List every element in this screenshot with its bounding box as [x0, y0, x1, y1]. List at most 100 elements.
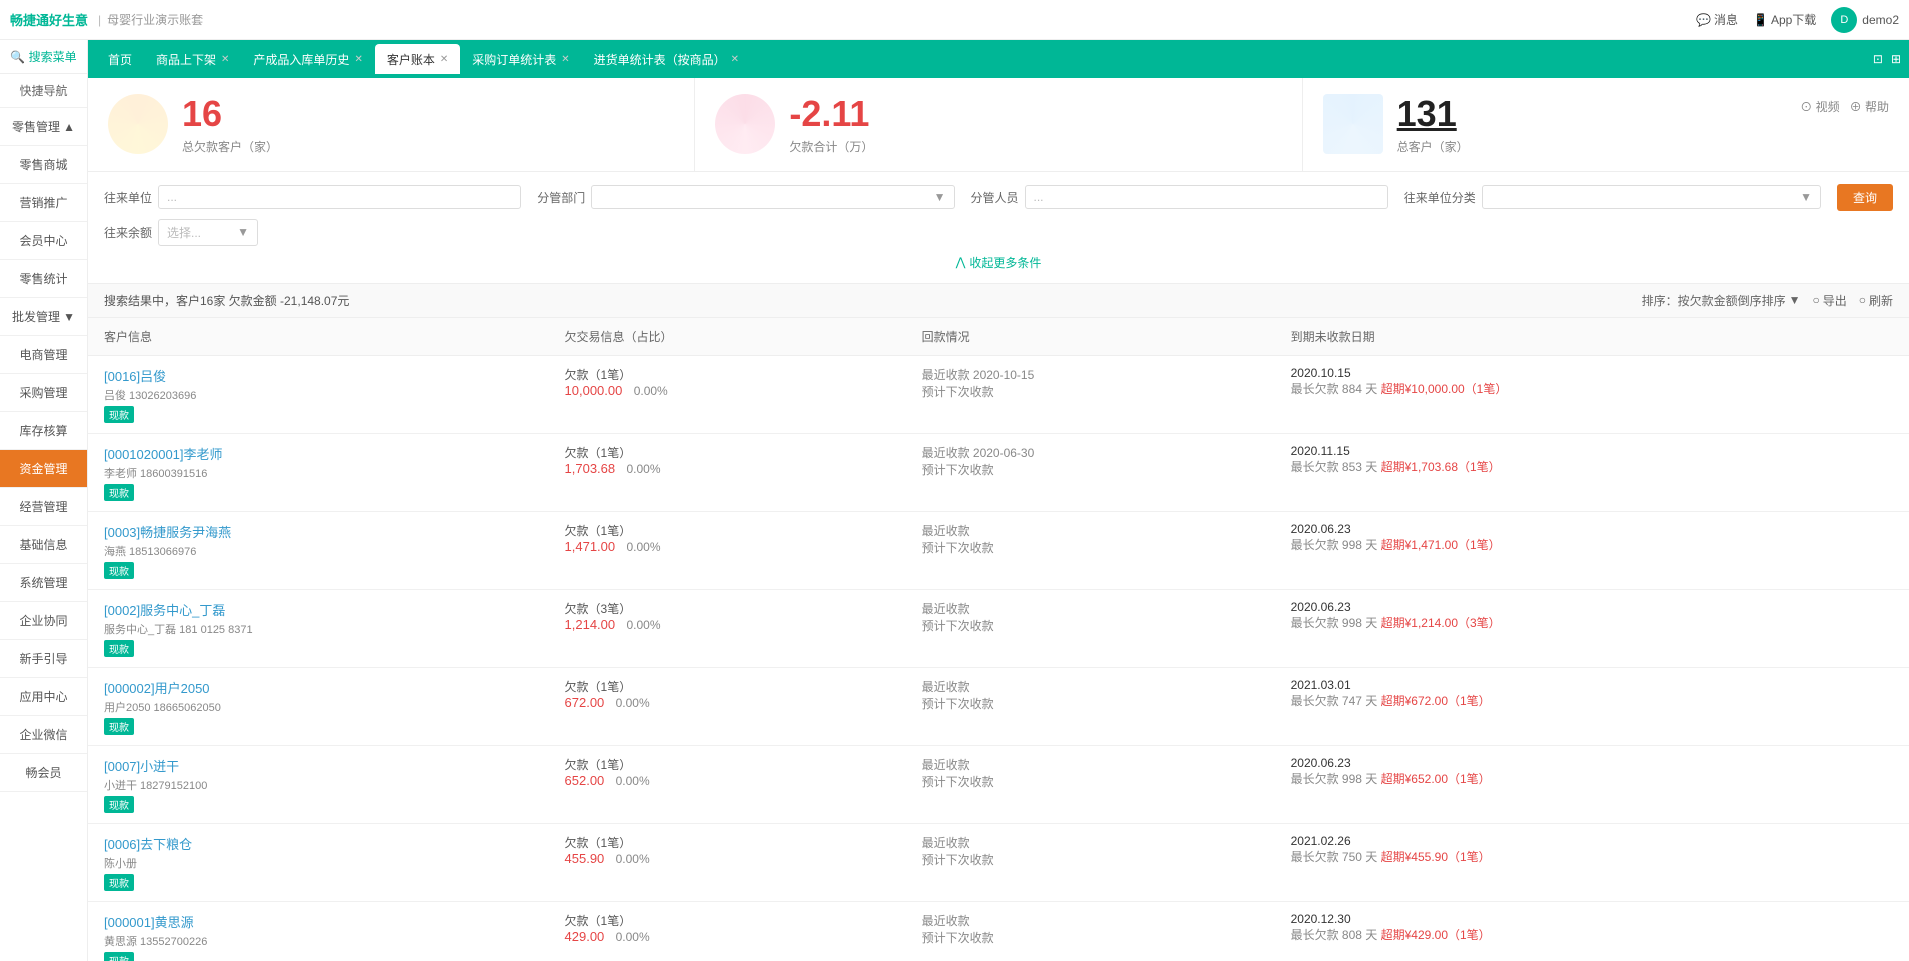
collapse-filters-row[interactable]: ⋀ 收起更多条件	[104, 254, 1893, 271]
tab-close-finished-goods[interactable]: ✕	[354, 54, 362, 65]
sidebar-item-wechat[interactable]: 企业微信	[0, 716, 87, 754]
tab-bar: 首页 商品上下架 ✕ 产成品入库单历史 ✕ 客户账本 ✕ 采购订单统计表 ✕	[88, 40, 1909, 78]
customer-name-link-3[interactable]: [0002]服务中心_丁磊	[104, 600, 533, 619]
overdue-link-7[interactable]: 超期¥429.00（1笔）	[1381, 928, 1491, 942]
window-restore-btn[interactable]: ⊡	[1873, 52, 1883, 66]
tab-customer-ledger[interactable]: 客户账本 ✕	[375, 44, 460, 74]
next-collect-5: 预计下次收款	[922, 773, 1259, 790]
category-input[interactable]: ▼	[1482, 185, 1821, 209]
debt-pct-2: 0.00%	[626, 540, 660, 554]
filter-item-person: 分管人员 ...	[971, 185, 1388, 209]
td-due-date-7: 2020.12.30 最长欠款 808 天 超期¥429.00（1笔）	[1275, 901, 1909, 961]
filter-item-balance: 往来余额 选择... ▼	[104, 219, 258, 246]
th-due-date: 到期未收款日期	[1275, 318, 1909, 356]
td-customer-info-7: [000001]黄思源 黄思源 13552700226 现款	[88, 901, 549, 961]
sidebar-item-member-center[interactable]: 会员中心	[0, 222, 87, 260]
sidebar-item-retail-stats[interactable]: 零售统计	[0, 260, 87, 298]
overdue-link-6[interactable]: 超期¥455.90（1笔）	[1381, 850, 1491, 864]
debt-label-5: 欠款（1笔）	[565, 756, 890, 773]
sidebar-item-apps[interactable]: 应用中心	[0, 678, 87, 716]
sidebar-item-enterprise[interactable]: 企业协同	[0, 602, 87, 640]
department-input[interactable]: ▼	[591, 185, 954, 209]
tab-close-product-listing[interactable]: ✕	[221, 54, 229, 65]
stat-value-total-customers: 131	[1397, 94, 1469, 134]
stat-card-total-customers: 131 总客户（家） ⊙ 视频 ⊕ 帮助	[1303, 78, 1909, 171]
tab-inbound-stats[interactable]: 进货单统计表（按商品） ✕	[582, 44, 751, 74]
stat-card-debt-customers: 16 总欠款客户（家）	[88, 78, 695, 171]
message-btn[interactable]: 💬 消息	[1696, 11, 1738, 28]
debt-pct-4: 0.00%	[616, 696, 650, 710]
td-debt-info-4: 欠款（1笔） 672.00 0.00%	[549, 667, 906, 745]
sidebar-item-ecommerce[interactable]: 电商管理	[0, 336, 87, 374]
td-customer-info-1: [0001020001]李老师 李老师 18600391516 现款	[88, 433, 549, 511]
export-btn[interactable]: ○ 导出	[1812, 292, 1846, 309]
debt-label-4: 欠款（1笔）	[565, 678, 890, 695]
person-input[interactable]: ...	[1025, 185, 1388, 209]
next-collect-0: 预计下次收款	[922, 383, 1259, 400]
stat-label-debt-total: 欠款合计（万）	[789, 138, 873, 155]
sidebar-item-marketing[interactable]: 营销推广	[0, 184, 87, 222]
sidebar-search[interactable]: 🔍 搜索菜单	[0, 40, 87, 74]
table-row: [0016]吕俊 吕俊 13026203696 现款 欠款（1笔） 10,000…	[88, 355, 1909, 433]
debt-amount-0: 10,000.00	[565, 383, 623, 398]
sidebar-item-purchase[interactable]: 采购管理	[0, 374, 87, 412]
balance-select[interactable]: 选择... ▼	[158, 219, 258, 246]
customer-name-link-6[interactable]: [0006]去下粮仓	[104, 834, 533, 853]
sidebar-item-retail-mall[interactable]: 零售商城	[0, 146, 87, 184]
tab-home[interactable]: 首页	[96, 44, 144, 74]
customer-name-link-1[interactable]: [0001020001]李老师	[104, 444, 533, 463]
td-debt-info-6: 欠款（1笔） 455.90 0.00%	[549, 823, 906, 901]
overdue-link-5[interactable]: 超期¥652.00（1笔）	[1381, 772, 1491, 786]
td-collection-6: 最近收款 预计下次收款	[906, 823, 1275, 901]
tab-product-listing[interactable]: 商品上下架 ✕	[144, 44, 241, 74]
top-bar: 畅捷通好生意 | 母婴行业演示账套 💬 消息 📱 App下载 D demo2	[0, 0, 1909, 40]
tab-close-customer-ledger[interactable]: ✕	[440, 54, 448, 65]
overdue-days-0: 最长欠款 884 天 超期¥10,000.00（1笔）	[1291, 380, 1893, 397]
sidebar-item-member[interactable]: 畅会员	[0, 754, 87, 792]
help-btn[interactable]: ⊕ 帮助	[1850, 98, 1889, 115]
overdue-link-0[interactable]: 超期¥10,000.00（1笔）	[1381, 382, 1508, 396]
tab-close-inbound-stats[interactable]: ✕	[731, 54, 739, 65]
sidebar-item-finance[interactable]: 资金管理	[0, 450, 87, 488]
sidebar-item-operations[interactable]: 经营管理	[0, 488, 87, 526]
overdue-link-1[interactable]: 超期¥1,703.68（1笔）	[1381, 460, 1501, 474]
debt-amount-2: 1,471.00	[565, 539, 616, 554]
badge-xian-1: 现款	[104, 484, 134, 501]
customer-name-link-2[interactable]: [0003]畅捷服务尹海燕	[104, 522, 533, 541]
tab-finished-goods[interactable]: 产成品入库单历史 ✕	[241, 44, 374, 74]
sidebar-quick-nav[interactable]: 快捷导航	[0, 74, 87, 108]
window-expand-btn[interactable]: ⊞	[1891, 52, 1901, 66]
sidebar-item-guide[interactable]: 新手引导	[0, 640, 87, 678]
overdue-days-4: 最长欠款 747 天 超期¥672.00（1笔）	[1291, 692, 1893, 709]
user-area[interactable]: D demo2	[1831, 7, 1899, 33]
sidebar-item-retail-management[interactable]: 零售管理▲	[0, 108, 87, 146]
debt-label-7: 欠款（1笔）	[565, 912, 890, 929]
debt-label-3: 欠款（3笔）	[565, 600, 890, 617]
filter-item-supplier: 往来单位 ...	[104, 185, 521, 209]
app-download-btn[interactable]: 📱 App下载	[1753, 11, 1816, 28]
tab-purchase-orders[interactable]: 采购订单统计表 ✕	[460, 44, 581, 74]
tab-close-purchase-orders[interactable]: ✕	[561, 54, 569, 65]
app-logo: 畅捷通好生意	[10, 10, 88, 29]
customer-name-link-4[interactable]: [000002]用户2050	[104, 678, 533, 697]
search-button[interactable]: 查询	[1837, 184, 1893, 211]
overdue-link-2[interactable]: 超期¥1,471.00（1笔）	[1381, 538, 1501, 552]
table-row: [0001020001]李老师 李老师 18600391516 现款 欠款（1笔…	[88, 433, 1909, 511]
sidebar-item-system[interactable]: 系统管理	[0, 564, 87, 602]
sidebar-item-wholesale[interactable]: 批发管理▼	[0, 298, 87, 336]
refresh-btn[interactable]: ○ 刷新	[1859, 292, 1893, 309]
overdue-link-3[interactable]: 超期¥1,214.00（3笔）	[1381, 616, 1501, 630]
stats-row: 16 总欠款客户（家） -2.11 欠款合计（万）	[88, 78, 1909, 172]
customer-name-link-0[interactable]: [0016]吕俊	[104, 366, 533, 385]
overdue-link-4[interactable]: 超期¥672.00（1笔）	[1381, 694, 1491, 708]
customer-table-container: 客户信息 欠交易信息（占比） 回款情况 到期未收款日期 [0016]吕俊 吕俊 …	[88, 318, 1909, 961]
sidebar-item-inventory[interactable]: 库存核算	[0, 412, 87, 450]
debt-amount-7: 429.00	[565, 929, 605, 944]
sidebar-item-basic-info[interactable]: 基础信息	[0, 526, 87, 564]
customer-name-link-7[interactable]: [000001]黄思源	[104, 912, 533, 931]
supplier-input[interactable]: ...	[158, 185, 521, 209]
table-row: [0006]去下粮仓 陈小册 现款 欠款（1笔） 455.90 0.00% 最近…	[88, 823, 1909, 901]
video-btn[interactable]: ⊙ 视频	[1800, 98, 1839, 115]
customer-name-link-5[interactable]: [0007]小迸干	[104, 756, 533, 775]
sort-chevron-icon[interactable]: ▼	[1789, 293, 1801, 307]
